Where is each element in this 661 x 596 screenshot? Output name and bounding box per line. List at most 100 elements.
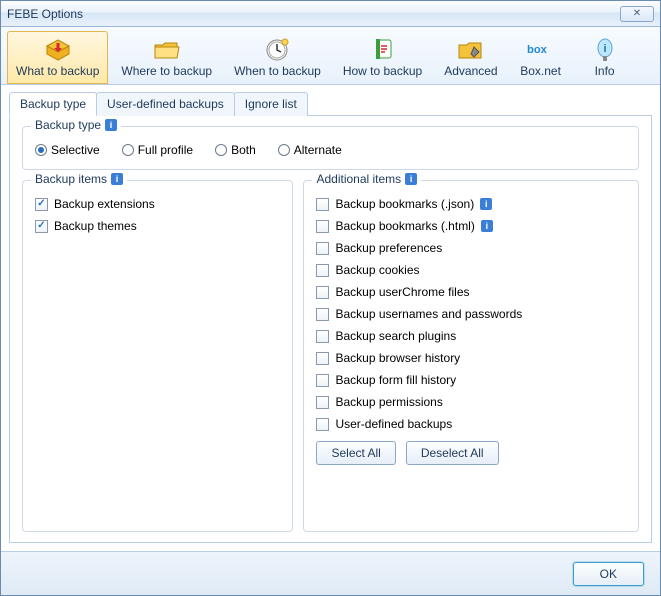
checkbox-icon bbox=[316, 374, 329, 387]
radio-icon bbox=[278, 144, 290, 156]
when-to-backup-icon bbox=[263, 38, 291, 62]
additional-items-list: Backup bookmarks (.json) iBackup bookmar… bbox=[316, 197, 626, 431]
toolbar-label: Box.net bbox=[520, 64, 561, 78]
toolbar-label: Info bbox=[595, 64, 615, 78]
radio-label: Selective bbox=[51, 143, 100, 157]
backup-items-list: Backup extensions Backup themes bbox=[35, 197, 280, 233]
tab-backup-type[interactable]: Backup type bbox=[9, 92, 97, 116]
radio-full-profile[interactable]: Full profile bbox=[122, 143, 193, 157]
checkbox-icon bbox=[35, 220, 48, 233]
additional-items-legend: Additional items i bbox=[312, 172, 421, 186]
check-themes[interactable]: Backup themes bbox=[35, 219, 280, 233]
backup-items-legend-text: Backup items bbox=[35, 172, 107, 186]
checkbox-icon bbox=[316, 308, 329, 321]
what-to-backup-icon bbox=[44, 38, 72, 62]
toolbar-box-net[interactable]: box Box.net bbox=[511, 31, 571, 84]
check-label: Backup search plugins bbox=[335, 329, 456, 343]
checkbox-icon bbox=[35, 198, 48, 211]
check-browser-history[interactable]: Backup browser history bbox=[316, 351, 626, 365]
checkbox-icon bbox=[316, 242, 329, 255]
toolbar-label: What to backup bbox=[16, 64, 99, 78]
check-label: Backup bookmarks (.html) bbox=[335, 219, 474, 233]
check-bookmarks-json[interactable]: Backup bookmarks (.json) i bbox=[316, 197, 626, 211]
radio-alternate[interactable]: Alternate bbox=[278, 143, 342, 157]
select-button-row: Select All Deselect All bbox=[316, 441, 626, 465]
check-userchrome[interactable]: Backup userChrome files bbox=[316, 285, 626, 299]
footer: OK bbox=[1, 551, 660, 595]
box-net-icon: box bbox=[527, 38, 555, 62]
additional-items-legend-text: Additional items bbox=[316, 172, 401, 186]
toolbar-when-to-backup[interactable]: When to backup bbox=[225, 31, 330, 84]
checkbox-icon bbox=[316, 418, 329, 431]
check-search-plugins[interactable]: Backup search plugins bbox=[316, 329, 626, 343]
info-icon[interactable]: i bbox=[405, 173, 417, 185]
checkbox-icon bbox=[316, 330, 329, 343]
info-icon[interactable]: i bbox=[480, 198, 492, 210]
check-permissions[interactable]: Backup permissions bbox=[316, 395, 626, 409]
ok-button[interactable]: OK bbox=[573, 562, 644, 586]
info-icon[interactable]: i bbox=[481, 220, 493, 232]
info-icon[interactable]: i bbox=[105, 119, 117, 131]
checkbox-icon bbox=[316, 264, 329, 277]
info-icon: i bbox=[591, 38, 619, 62]
tab-bar: Backup typeUser-defined backupsIgnore li… bbox=[9, 91, 652, 116]
titlebar: FEBE Options ✕ bbox=[1, 1, 660, 27]
tab-ignore-list[interactable]: Ignore list bbox=[234, 92, 308, 116]
select-all-button[interactable]: Select All bbox=[316, 441, 395, 465]
check-usernames[interactable]: Backup usernames and passwords bbox=[316, 307, 626, 321]
check-bookmarks-html[interactable]: Backup bookmarks (.html) i bbox=[316, 219, 626, 233]
check-label: Backup preferences bbox=[335, 241, 442, 255]
radio-label: Full profile bbox=[138, 143, 193, 157]
check-cookies[interactable]: Backup cookies bbox=[316, 263, 626, 277]
check-label: Backup bookmarks (.json) bbox=[335, 197, 474, 211]
toolbar-label: Where to backup bbox=[121, 64, 212, 78]
deselect-all-button[interactable]: Deselect All bbox=[406, 441, 499, 465]
radio-both[interactable]: Both bbox=[215, 143, 256, 157]
check-label: Backup extensions bbox=[54, 197, 155, 211]
backup-type-legend: Backup type i bbox=[31, 118, 121, 132]
advanced-icon bbox=[457, 38, 485, 62]
info-icon[interactable]: i bbox=[111, 173, 123, 185]
check-label: Backup userChrome files bbox=[335, 285, 469, 299]
radio-selective[interactable]: Selective bbox=[35, 143, 100, 157]
backup-type-legend-text: Backup type bbox=[35, 118, 101, 132]
check-label: Backup cookies bbox=[335, 263, 419, 277]
radio-icon bbox=[215, 144, 227, 156]
how-to-backup-icon bbox=[369, 38, 397, 62]
check-form-fill[interactable]: Backup form fill history bbox=[316, 373, 626, 387]
toolbar-info[interactable]: i Info bbox=[575, 31, 635, 84]
check-label: User-defined backups bbox=[335, 417, 452, 431]
toolbar-label: Advanced bbox=[444, 64, 497, 78]
toolbar-label: When to backup bbox=[234, 64, 321, 78]
toolbar-advanced[interactable]: Advanced bbox=[435, 31, 506, 84]
radio-label: Alternate bbox=[294, 143, 342, 157]
radio-label: Both bbox=[231, 143, 256, 157]
backup-type-radios: Selective Full profile Both Alternate bbox=[35, 143, 626, 157]
checkbox-icon bbox=[316, 198, 329, 211]
radio-icon bbox=[35, 144, 47, 156]
toolbar-label: How to backup bbox=[343, 64, 422, 78]
close-icon: ✕ bbox=[633, 8, 641, 19]
check-label: Backup usernames and passwords bbox=[335, 307, 522, 321]
checkbox-icon bbox=[316, 396, 329, 409]
where-to-backup-icon bbox=[153, 38, 181, 62]
radio-icon bbox=[122, 144, 134, 156]
checkbox-icon bbox=[316, 286, 329, 299]
check-user-defined[interactable]: User-defined backups bbox=[316, 417, 626, 431]
toolbar-what-to-backup[interactable]: What to backup bbox=[7, 31, 108, 84]
check-preferences[interactable]: Backup preferences bbox=[316, 241, 626, 255]
toolbar-where-to-backup[interactable]: Where to backup bbox=[112, 31, 221, 84]
check-extensions[interactable]: Backup extensions bbox=[35, 197, 280, 211]
svg-text:i: i bbox=[603, 43, 606, 55]
check-label: Backup browser history bbox=[335, 351, 460, 365]
close-button[interactable]: ✕ bbox=[620, 6, 654, 22]
items-columns: Backup items i Backup extensionsBackup t… bbox=[22, 180, 639, 532]
options-window: FEBE Options ✕ What to backup Where to ba… bbox=[0, 0, 661, 596]
backup-items-legend: Backup items i bbox=[31, 172, 127, 186]
check-label: Backup themes bbox=[54, 219, 137, 233]
tab-panel: Backup type i Selective Full profile Both A… bbox=[9, 116, 652, 543]
check-label: Backup permissions bbox=[335, 395, 442, 409]
backup-items-group: Backup items i Backup extensionsBackup t… bbox=[22, 180, 293, 532]
toolbar-how-to-backup[interactable]: How to backup bbox=[334, 31, 431, 84]
tab-user-defined-backups[interactable]: User-defined backups bbox=[96, 92, 235, 116]
